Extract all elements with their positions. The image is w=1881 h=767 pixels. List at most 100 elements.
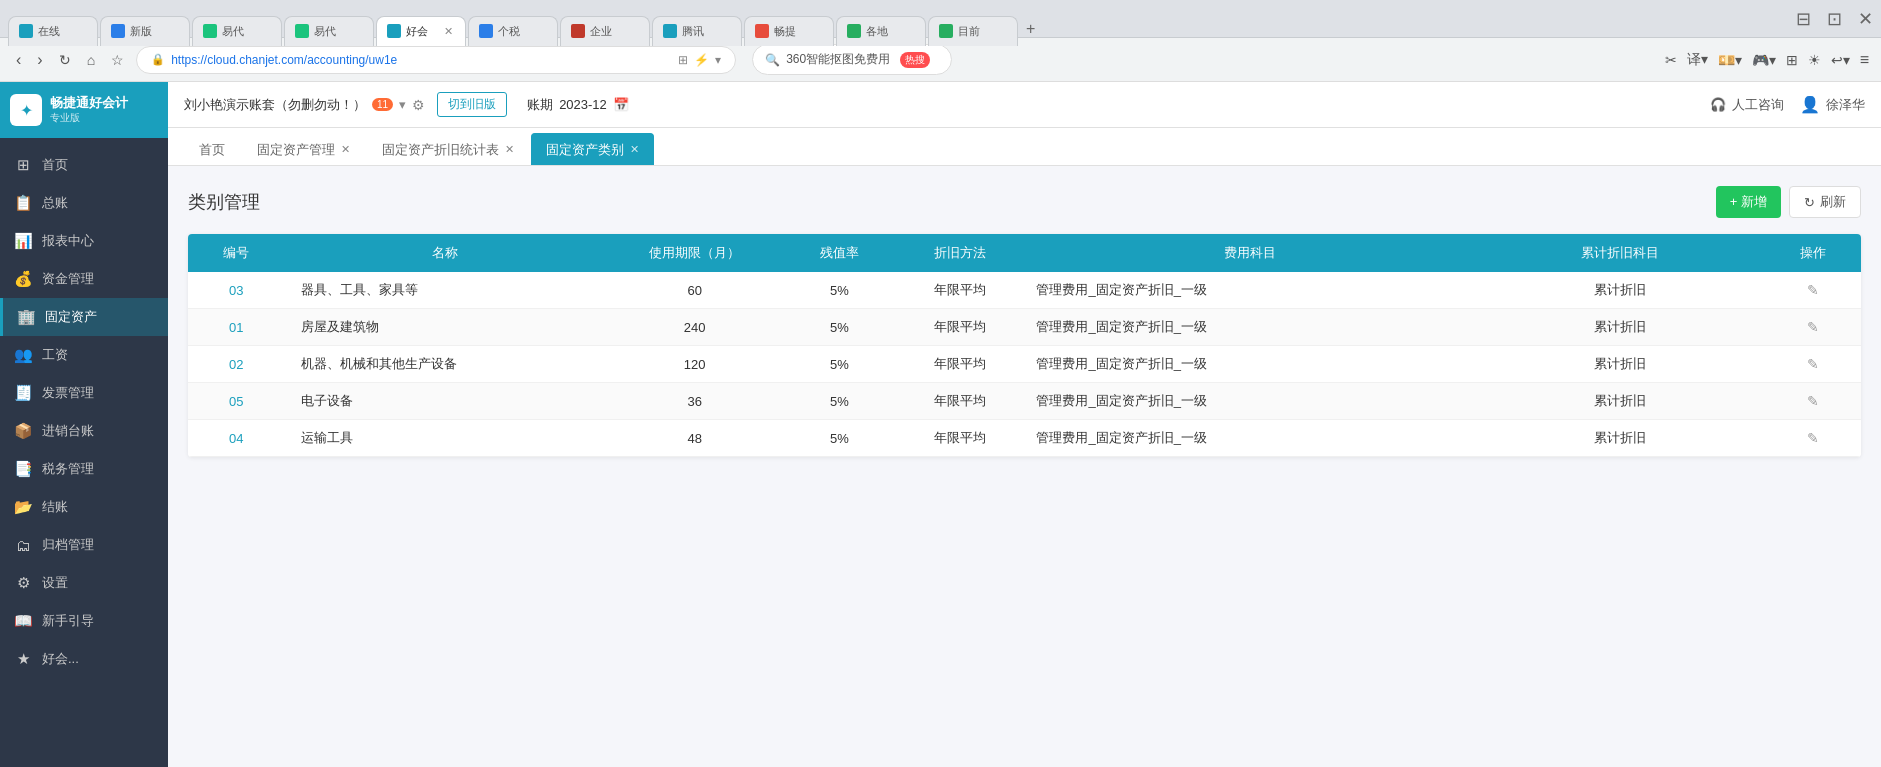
cell-rate: 5% [783, 420, 896, 457]
back-button[interactable]: ‹ [12, 47, 25, 73]
sidebar-item-归档管理[interactable]: 🗂 归档管理 [0, 526, 168, 564]
browser-tab-10[interactable]: 目前 [928, 16, 1018, 46]
add-button[interactable]: + 新增 [1716, 186, 1781, 218]
lightning-icon[interactable]: ⚡ [694, 53, 709, 67]
sidebar-item-总账[interactable]: 📋 总账 [0, 184, 168, 222]
dropdown-icon[interactable]: ▾ [715, 53, 721, 67]
site-tools-icon[interactable]: ⊞ [678, 53, 688, 67]
refresh-button[interactable]: ↻ 刷新 [1789, 186, 1861, 218]
action-buttons: + 新增 ↻ 刷新 [1716, 186, 1861, 218]
tab-close-1[interactable]: ✕ [341, 143, 350, 156]
new-tab-button[interactable]: + [1020, 20, 1041, 38]
cell-actions[interactable]: ✎ [1764, 272, 1861, 309]
edit-icon[interactable]: ✎ [1807, 430, 1819, 446]
translate-icon[interactable]: 译▾ [1687, 51, 1708, 69]
wallet-icon[interactable]: 💴▾ [1718, 52, 1742, 68]
sidebar-item-报表中心[interactable]: 📊 报表中心 [0, 222, 168, 260]
search-box[interactable]: 🔍 360智能抠图免费用 热搜 [752, 44, 952, 75]
sidebar-icon-13: ★ [14, 650, 32, 668]
browser-tab-4[interactable]: 好会 ✕ [376, 16, 466, 46]
table-header-1: 名称 [285, 234, 607, 272]
account-name: 刘小艳演示账套（勿删勿动！） [184, 96, 366, 114]
maximize-icon[interactable]: ⊡ [1827, 8, 1842, 30]
browser-tab-3[interactable]: 易代 [284, 16, 374, 46]
sun-icon[interactable]: ☀ [1808, 52, 1821, 68]
sidebar-icon-6: 🧾 [14, 384, 32, 402]
cell-id: 04 [188, 420, 285, 457]
tab-close-3[interactable]: ✕ [630, 143, 639, 156]
tab-close-2[interactable]: ✕ [505, 143, 514, 156]
cell-accumulated: 累计折旧 [1475, 346, 1765, 383]
browser-tab-0[interactable]: 在线 [8, 16, 98, 46]
browser-tabs: 在线 新版 易代 易代 好会 ✕ 个税 企业 腾讯 畅提 各地 [8, 0, 1796, 38]
sidebar-item-发票管理[interactable]: 🧾 发票管理 [0, 374, 168, 412]
sidebar-item-工资[interactable]: 👥 工资 [0, 336, 168, 374]
browser-tab-8[interactable]: 畅提 [744, 16, 834, 46]
scissors-icon[interactable]: ✂ [1665, 52, 1677, 68]
tab-3[interactable]: 固定资产类别 ✕ [531, 133, 654, 165]
browser-chrome: 在线 新版 易代 易代 好会 ✕ 个税 企业 腾讯 畅提 各地 [0, 0, 1881, 38]
sidebar-item-资金管理[interactable]: 💰 资金管理 [0, 260, 168, 298]
tab-1[interactable]: 固定资产管理 ✕ [242, 133, 365, 165]
sidebar-item-设置[interactable]: ⚙ 设置 [0, 564, 168, 602]
edit-icon[interactable]: ✎ [1807, 319, 1819, 335]
cell-period: 60 [606, 272, 783, 309]
user-info[interactable]: 👤 徐泽华 [1800, 95, 1865, 114]
close-icon[interactable]: ✕ [1858, 8, 1873, 30]
top-bar-right: 🎧 人工咨询 👤 徐泽华 [1710, 95, 1865, 114]
table-header-3: 残值率 [783, 234, 896, 272]
edit-icon[interactable]: ✎ [1807, 393, 1819, 409]
settings-icon[interactable]: ⚙ [412, 97, 425, 113]
cell-id: 03 [188, 272, 285, 309]
history-icon[interactable]: ↩▾ [1831, 52, 1850, 68]
content-area: 类别管理 + 新增 ↻ 刷新 编号名称使用期限（月）残值率折旧方法费用科目累计折… [168, 166, 1881, 767]
edit-icon[interactable]: ✎ [1807, 282, 1819, 298]
minimize-icon[interactable]: ⊟ [1796, 8, 1811, 30]
logo-icon: ✦ [10, 94, 42, 126]
tab-0[interactable]: 首页 [184, 133, 240, 165]
cell-period: 240 [606, 309, 783, 346]
cell-rate: 5% [783, 346, 896, 383]
browser-tab-2[interactable]: 易代 [192, 16, 282, 46]
cell-actions[interactable]: ✎ [1764, 346, 1861, 383]
cell-method: 年限平均 [896, 346, 1025, 383]
tab-2[interactable]: 固定资产折旧统计表 ✕ [367, 133, 529, 165]
refresh-label: 刷新 [1820, 193, 1846, 211]
games-icon[interactable]: 🎮▾ [1752, 52, 1776, 68]
support-info[interactable]: 🎧 人工咨询 [1710, 96, 1784, 114]
browser-tab-6[interactable]: 企业 [560, 16, 650, 46]
browser-tab-7[interactable]: 腾讯 [652, 16, 742, 46]
sidebar-item-新手引导[interactable]: 📖 新手引导 [0, 602, 168, 640]
address-bar[interactable]: 🔒 https://cloud.chanjet.com/accounting/u… [136, 46, 736, 74]
sidebar-item-结账[interactable]: 📂 结账 [0, 488, 168, 526]
cell-period: 48 [606, 420, 783, 457]
home-button[interactable]: ⌂ [83, 48, 99, 72]
cell-actions[interactable]: ✎ [1764, 309, 1861, 346]
grid-icon[interactable]: ⊞ [1786, 52, 1798, 68]
bookmark-button[interactable]: ☆ [107, 48, 128, 72]
sidebar-item-固定资产[interactable]: 🏢 固定资产 [0, 298, 168, 336]
browser-tab-1[interactable]: 新版 [100, 16, 190, 46]
menu-icon[interactable]: ≡ [1860, 51, 1869, 69]
cell-actions[interactable]: ✎ [1764, 383, 1861, 420]
edit-icon[interactable]: ✎ [1807, 356, 1819, 372]
table-row: 04 运输工具 48 5% 年限平均 管理费用_固定资产折旧_一级 累计折旧 ✎ [188, 420, 1861, 457]
table-header-4: 折旧方法 [896, 234, 1025, 272]
switch-version-button[interactable]: 切到旧版 [437, 92, 507, 117]
sidebar-item-首页[interactable]: ⊞ 首页 [0, 146, 168, 184]
cell-accumulated: 累计折旧 [1475, 383, 1765, 420]
cell-actions[interactable]: ✎ [1764, 420, 1861, 457]
asset-category-table: 编号名称使用期限（月）残值率折旧方法费用科目累计折旧科目操作 03 器具、工具、… [188, 234, 1861, 457]
sidebar-item-好会...[interactable]: ★ 好会... [0, 640, 168, 678]
cell-accumulated: 累计折旧 [1475, 309, 1765, 346]
browser-tab-9[interactable]: 各地 [836, 16, 926, 46]
forward-button[interactable]: › [33, 47, 46, 73]
cell-id: 05 [188, 383, 285, 420]
sidebar-item-税务管理[interactable]: 📑 税务管理 [0, 450, 168, 488]
reload-button[interactable]: ↻ [55, 48, 75, 72]
sidebar-icon-5: 👥 [14, 346, 32, 364]
browser-tab-5[interactable]: 个税 [468, 16, 558, 46]
dropdown-arrow[interactable]: ▾ [399, 97, 406, 112]
sidebar-item-进销台账[interactable]: 📦 进销台账 [0, 412, 168, 450]
calendar-icon[interactable]: 📅 [613, 97, 629, 112]
